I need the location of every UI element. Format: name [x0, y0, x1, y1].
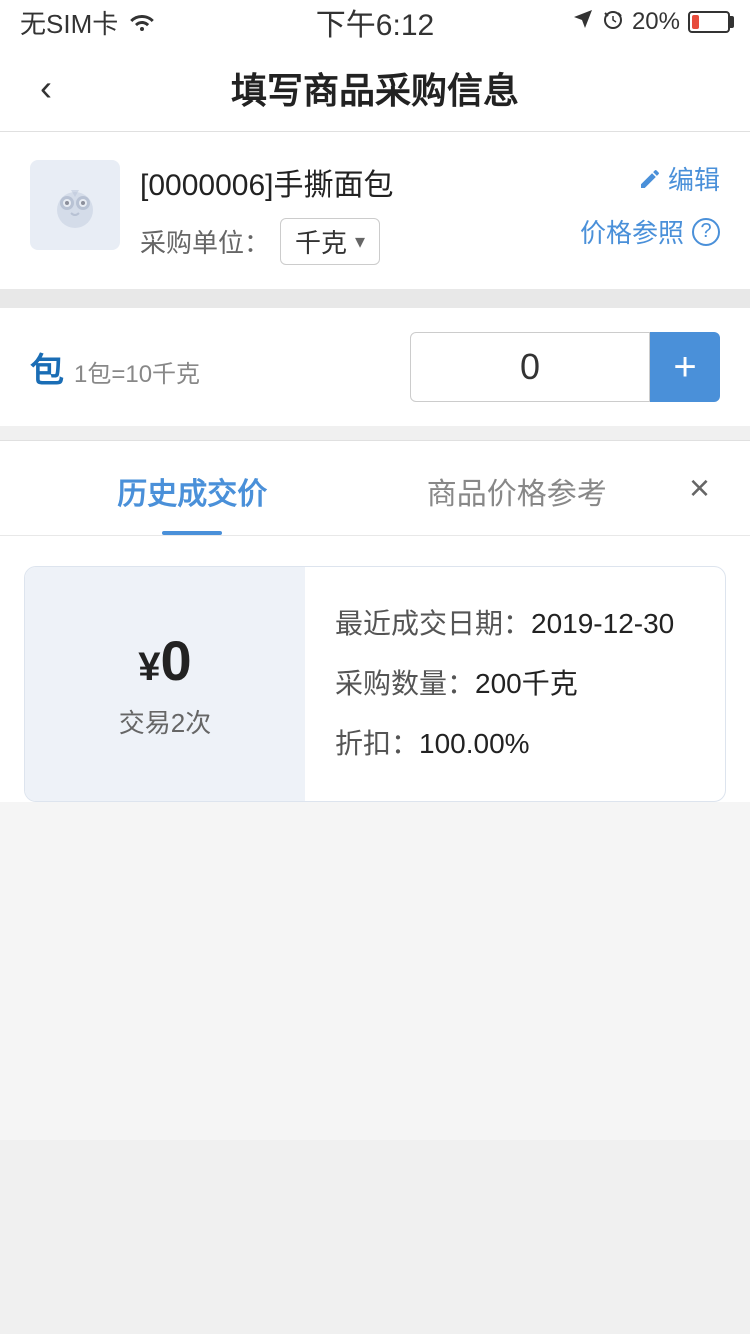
- wifi-icon: [128, 7, 156, 38]
- product-name: [0000006]手撕面包: [140, 160, 393, 204]
- page-title: 填写商品采购信息: [231, 62, 519, 114]
- product-info: [0000006]手撕面包 采购单位： 千克 ▾: [140, 160, 393, 265]
- product-unit-row: 采购单位： 千克 ▾: [140, 218, 393, 265]
- quantity-input-group: +: [410, 332, 720, 402]
- nav-bar: ‹ 填写商品采购信息: [0, 44, 750, 132]
- product-card: [0000006]手撕面包 采购单位： 千克 ▾ 编辑 价格参照 ?: [0, 132, 750, 290]
- status-right: 20%: [572, 8, 730, 37]
- product-header: [0000006]手撕面包 采购单位： 千克 ▾ 编辑 价格参照 ?: [30, 160, 720, 265]
- discount-label: 折扣：: [335, 728, 419, 759]
- qty-value: 200千克: [475, 668, 578, 699]
- date-value: 2019-12-30: [531, 608, 674, 639]
- price-value: 0: [161, 629, 192, 692]
- quantity-row: 包 1包=10千克 +: [0, 308, 750, 426]
- tabs-row: 历史成交价 商品价格参考 ×: [0, 441, 750, 536]
- edit-label: 编辑: [668, 160, 720, 197]
- price-amount: ¥0: [138, 628, 191, 693]
- close-button[interactable]: ×: [679, 460, 720, 516]
- tab-history-label: 历史成交价: [117, 478, 267, 511]
- unit-info: 包 1包=10千克: [30, 343, 200, 392]
- battery-pct: 20%: [632, 8, 680, 36]
- chevron-down-icon: ▾: [355, 229, 365, 254]
- transaction-card: ¥0 交易2次 最近成交日期：2019-12-30 采购数量：200千克 折扣：…: [24, 566, 726, 802]
- status-bar: 无SIM卡 下午6:12 20%: [0, 0, 750, 44]
- bottom-panel: 历史成交价 商品价格参考 × ¥0 交易2次 最近成交日期：2019-12-30…: [0, 440, 750, 802]
- product-left: [0000006]手撕面包 采购单位： 千克 ▾: [30, 160, 393, 265]
- price-column: ¥0 交易2次: [25, 567, 305, 801]
- help-icon: ?: [692, 218, 720, 246]
- tab-history[interactable]: 历史成交价: [30, 441, 354, 535]
- details-column: 最近成交日期：2019-12-30 采购数量：200千克 折扣：100.00%: [305, 567, 725, 801]
- status-left: 无SIM卡: [20, 4, 156, 41]
- alarm-icon: [602, 8, 624, 37]
- quantity-input[interactable]: [410, 332, 650, 402]
- battery-icon: [688, 11, 730, 33]
- qty-row: 采购数量：200千克: [335, 663, 695, 705]
- tab-reference-label: 商品价格参考: [427, 478, 607, 511]
- section-separator: [0, 290, 750, 308]
- discount-row: 折扣：100.00%: [335, 723, 695, 765]
- qty-label: 采购数量：: [335, 668, 475, 699]
- back-button[interactable]: ‹: [30, 57, 62, 119]
- edit-button[interactable]: 编辑: [638, 160, 720, 197]
- price-ref-label: 价格参照: [580, 213, 684, 250]
- product-thumbnail: [30, 160, 120, 250]
- price-ref-button[interactable]: 价格参照 ?: [580, 213, 720, 250]
- unit-main: 包: [30, 343, 64, 392]
- transaction-count: 交易2次: [119, 703, 211, 740]
- unit-value: 千克: [295, 223, 347, 260]
- unit-label: 采购单位：: [140, 223, 270, 260]
- date-row: 最近成交日期：2019-12-30: [335, 603, 695, 645]
- date-label: 最近成交日期：: [335, 608, 531, 639]
- quantity-plus-button[interactable]: +: [650, 332, 720, 402]
- status-time: 下午6:12: [316, 0, 434, 44]
- product-right: 编辑 价格参照 ?: [580, 160, 720, 250]
- unit-select[interactable]: 千克 ▾: [280, 218, 380, 265]
- unit-sub: 1包=10千克: [74, 354, 200, 389]
- currency-symbol: ¥: [138, 645, 160, 689]
- main-content: 历史成交价 商品价格参考 × ¥0 交易2次 最近成交日期：2019-12-30…: [0, 440, 750, 1140]
- discount-value: 100.00%: [419, 728, 530, 759]
- carrier-text: 无SIM卡: [20, 4, 118, 41]
- tab-reference[interactable]: 商品价格参考: [354, 441, 678, 535]
- gps-icon: [572, 8, 594, 37]
